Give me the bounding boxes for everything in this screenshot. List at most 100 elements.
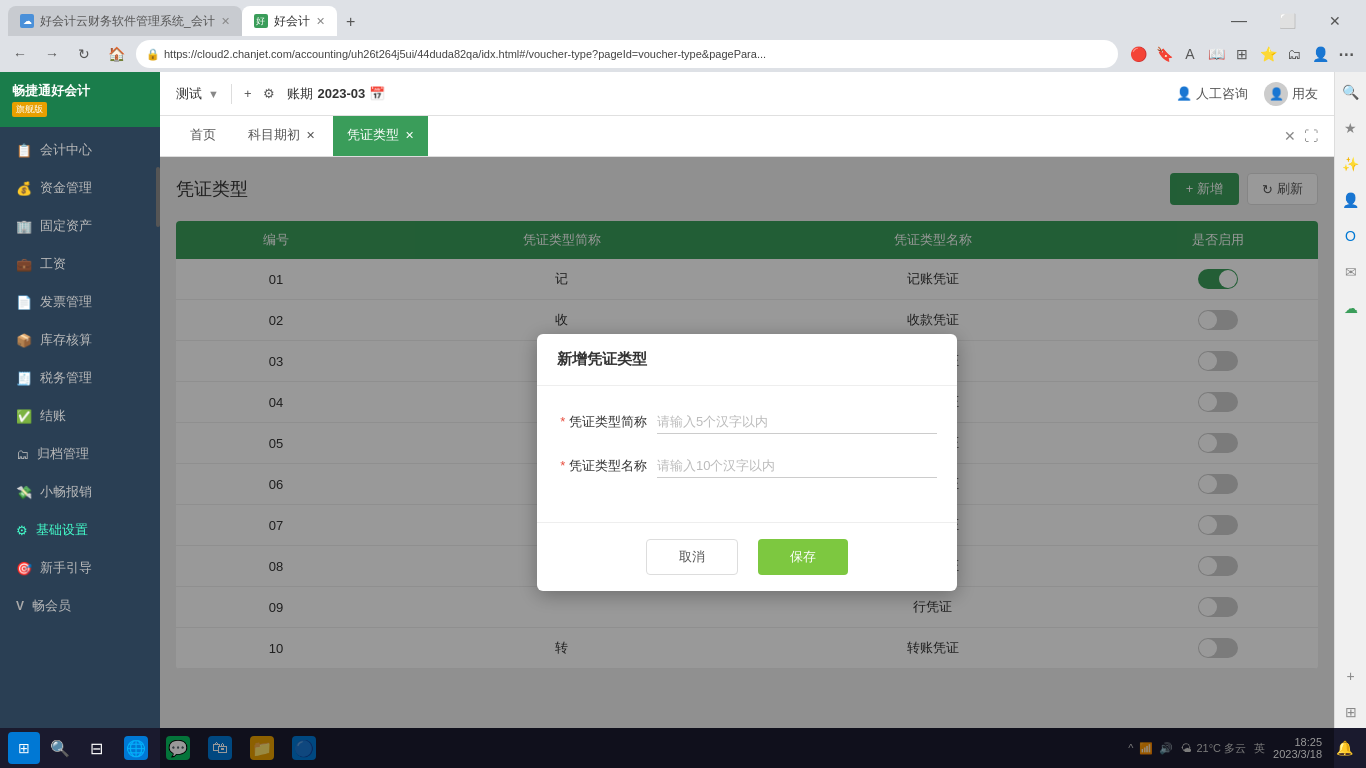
- task-view-button[interactable]: ⊟: [80, 732, 112, 764]
- tab-voucher-type[interactable]: 凭证类型 ✕: [333, 116, 428, 156]
- right-panel: 🔍 ★ ✨ 👤 O ✉ ☁ + ⊞ ⚙: [1334, 72, 1366, 768]
- sidebar-item-member[interactable]: V 畅会员: [0, 587, 152, 625]
- required-star-name: *: [560, 458, 569, 473]
- right-panel-email[interactable]: ✉: [1339, 260, 1363, 284]
- tab-subject[interactable]: 科目期初 ✕: [234, 116, 329, 156]
- sidebar-item-salary[interactable]: 💼 工资: [0, 245, 152, 283]
- restore-button[interactable]: ⬜: [1264, 6, 1310, 36]
- split-view-icon[interactable]: ⊞: [1230, 42, 1254, 66]
- right-panel-star[interactable]: ★: [1339, 116, 1363, 140]
- tab-minimize-button[interactable]: ✕: [1284, 128, 1296, 144]
- sidebar-item-archive[interactable]: 🗂 归档管理: [0, 435, 152, 473]
- dialog-overlay: 新增凭证类型 * 凭证类型简称: [160, 157, 1334, 768]
- required-star-short: *: [560, 414, 569, 429]
- extensions-icon[interactable]: 🔴: [1126, 42, 1150, 66]
- sidebar-item-guide[interactable]: 🎯 新手引导: [0, 549, 152, 587]
- sidebar-item-finance[interactable]: 💰 资金管理: [0, 169, 152, 207]
- tab-cloud[interactable]: ☁ 好会计云财务软件管理系统_会计 ✕: [8, 6, 242, 36]
- short-label-text: 凭证类型简称: [569, 414, 647, 429]
- topbar-right: 👤 人工咨询 👤 用友: [1176, 82, 1318, 106]
- salary-icon: 💼: [16, 257, 32, 272]
- notification-button[interactable]: 🔔: [1330, 734, 1358, 762]
- browser-chrome: ☁ 好会计云财务软件管理系统_会计 ✕ 好 好会计 ✕ + — ⬜ ✕ ← → …: [0, 0, 1366, 72]
- add-workspace-button[interactable]: +: [244, 86, 252, 101]
- sidebar-item-label-invoice: 发票管理: [40, 293, 92, 311]
- tab-expand-button[interactable]: ⛶: [1304, 128, 1318, 144]
- sidebar-item-label-inventory: 库存核算: [40, 331, 92, 349]
- dialog-body: * 凭证类型简称 * 凭证类型名称: [537, 386, 957, 522]
- new-tab-button[interactable]: +: [337, 8, 365, 36]
- favorites-icon[interactable]: ⭐: [1256, 42, 1280, 66]
- sidebar-item-expense[interactable]: 💸 小畅报销: [0, 473, 152, 511]
- sidebar-item-invoice[interactable]: 📄 发票管理: [0, 283, 152, 321]
- sidebar-item-label-expense: 小畅报销: [40, 483, 92, 501]
- short-input[interactable]: [657, 410, 937, 434]
- tab-voucher-close[interactable]: ✕: [405, 129, 414, 142]
- gear-icon: ⚙: [263, 86, 275, 101]
- tax-icon: 🧾: [16, 371, 32, 386]
- right-panel-user[interactable]: 👤: [1339, 188, 1363, 212]
- tab-icon-cloud: ☁: [20, 14, 34, 28]
- main-wrapper: 测试 ▼ + ⚙ 账期 2023-03 📅 👤 人工咨询: [160, 72, 1334, 768]
- forward-button[interactable]: →: [40, 42, 64, 66]
- form-row-name: * 凭证类型名称: [557, 454, 937, 478]
- tab-close-cloud[interactable]: ✕: [221, 15, 230, 28]
- right-panel-cloud[interactable]: ☁: [1339, 296, 1363, 320]
- consultant-icon: 👤: [1176, 86, 1192, 101]
- dialog-header: 新增凭证类型: [537, 334, 957, 386]
- save-page-icon[interactable]: 🔖: [1152, 42, 1176, 66]
- sidebar-item-label-tax: 税务管理: [40, 369, 92, 387]
- start-button[interactable]: ⊞: [8, 732, 40, 764]
- refresh-button[interactable]: ↻: [72, 42, 96, 66]
- sidebar-scrollbar[interactable]: [152, 127, 160, 730]
- minimize-button[interactable]: —: [1216, 6, 1262, 36]
- close-button[interactable]: ✕: [1312, 6, 1358, 36]
- url-box[interactable]: 🔒 https://cloud2.chanjet.com/accounting/…: [136, 40, 1118, 68]
- sidebar: 畅捷通好会计 旗舰版 📋 会计中心 💰 资金管理 🏢 固定资产: [0, 72, 160, 768]
- immersive-reader-icon[interactable]: 📖: [1204, 42, 1228, 66]
- settings-button[interactable]: ⚙: [263, 86, 275, 101]
- right-panel-outlook[interactable]: O: [1339, 224, 1363, 248]
- right-panel-search[interactable]: 🔍: [1339, 80, 1363, 104]
- tab-home[interactable]: 首页: [176, 116, 230, 156]
- tab-main[interactable]: 好 好会计 ✕: [242, 6, 337, 36]
- right-panel-grid[interactable]: ⊞: [1339, 700, 1363, 724]
- name-label-text: 凭证类型名称: [569, 458, 647, 473]
- right-panel-add[interactable]: +: [1339, 664, 1363, 688]
- sidebar-item-tax[interactable]: 🧾 税务管理: [0, 359, 152, 397]
- tab-voucher-label: 凭证类型: [347, 126, 399, 144]
- user-button[interactable]: 👤 用友: [1264, 82, 1318, 106]
- sidebar-item-settings[interactable]: ⚙ 基础设置: [0, 511, 152, 549]
- guide-icon: 🎯: [16, 561, 32, 576]
- user-label: 用友: [1292, 85, 1318, 103]
- save-button[interactable]: 保存: [758, 539, 848, 575]
- sidebar-item-checkout[interactable]: ✅ 结账: [0, 397, 152, 435]
- name-input[interactable]: [657, 454, 937, 478]
- period-info: 账期 2023-03 📅: [287, 85, 385, 103]
- topbar-divider-1: [231, 84, 232, 104]
- tab-subject-close[interactable]: ✕: [306, 129, 315, 142]
- assets-icon: 🏢: [16, 219, 32, 234]
- workspace-selector[interactable]: 测试 ▼: [176, 85, 219, 103]
- translate-icon[interactable]: A: [1178, 42, 1202, 66]
- period-label: 账期: [287, 85, 313, 103]
- collections-icon[interactable]: 🗂: [1282, 42, 1306, 66]
- add-icon: +: [244, 86, 252, 101]
- search-taskbar-button[interactable]: 🔍: [44, 732, 76, 764]
- sidebar-item-accounting[interactable]: 📋 会计中心: [0, 131, 152, 169]
- edge-icon: 🌐: [124, 736, 148, 760]
- profile-icon[interactable]: 👤: [1308, 42, 1332, 66]
- sidebar-item-assets[interactable]: 🏢 固定资产: [0, 207, 152, 245]
- invoice-icon: 📄: [16, 295, 32, 310]
- sidebar-header: 畅捷通好会计 旗舰版: [0, 72, 160, 127]
- back-button[interactable]: ←: [8, 42, 32, 66]
- home-button[interactable]: 🏠: [104, 42, 128, 66]
- calendar-icon[interactable]: 📅: [369, 86, 385, 101]
- right-panel-magic[interactable]: ✨: [1339, 152, 1363, 176]
- tab-close-main[interactable]: ✕: [316, 15, 325, 28]
- sidebar-item-inventory[interactable]: 📦 库存核算: [0, 321, 152, 359]
- cancel-button[interactable]: 取消: [646, 539, 738, 575]
- more-actions-icon[interactable]: ⋯: [1334, 42, 1358, 66]
- consultant-button[interactable]: 👤 人工咨询: [1176, 85, 1248, 103]
- taskbar-app-browser[interactable]: 🌐: [116, 730, 156, 766]
